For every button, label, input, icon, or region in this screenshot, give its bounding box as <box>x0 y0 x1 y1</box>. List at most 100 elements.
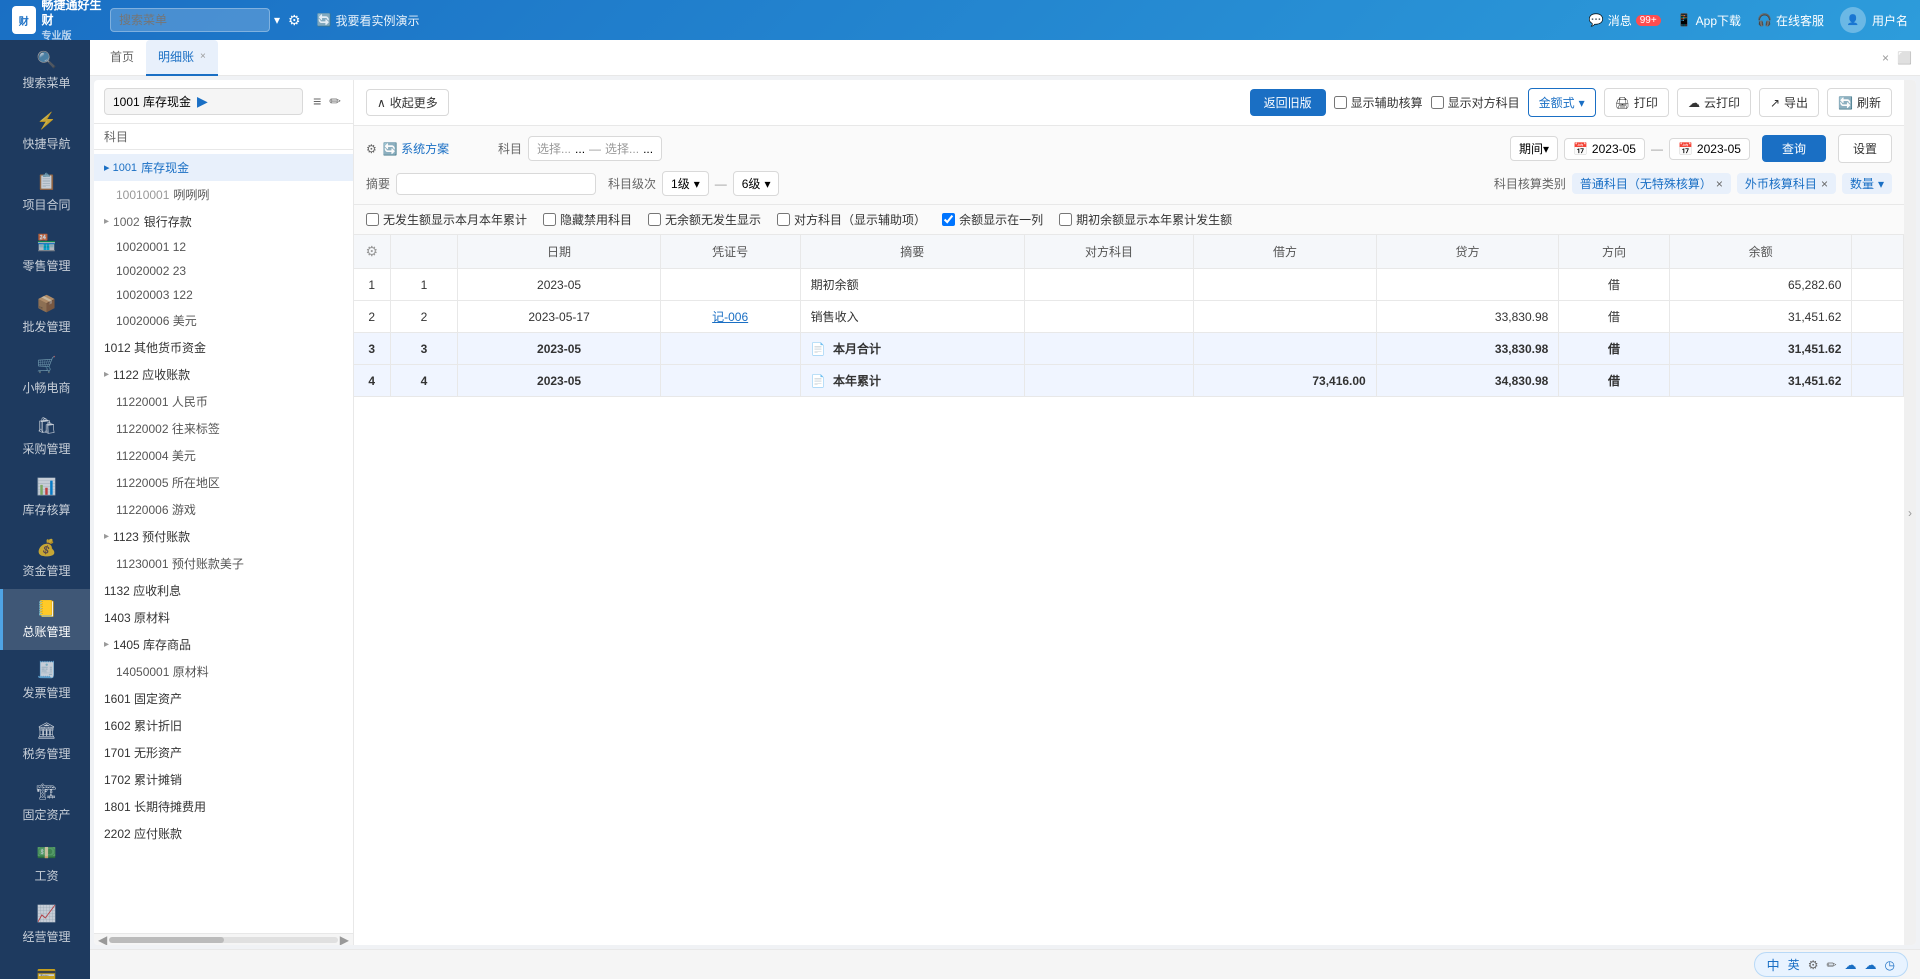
check-no-amount-input[interactable] <box>366 213 379 226</box>
col-gear[interactable]: ⚙ <box>354 235 390 269</box>
refresh-button[interactable]: 🔄 刷新 <box>1827 88 1892 117</box>
filter-period-type[interactable]: 期间▾ <box>1510 136 1558 161</box>
tree-item-1122[interactable]: ▸ 1122 应收账款 <box>94 361 353 388</box>
tree-item-10020006[interactable]: 10020006 美元 <box>94 307 353 334</box>
tab-ledger-detail[interactable]: 明细账 × <box>146 40 218 76</box>
tree-item-10020002[interactable]: 10020002 23 <box>94 259 353 283</box>
panel-edit-icon[interactable]: ✏ <box>327 91 343 112</box>
filter-summary-input[interactable] <box>396 173 596 195</box>
show-aux-input[interactable] <box>1334 96 1347 109</box>
top-search-input[interactable] <box>110 8 270 32</box>
settings-button[interactable]: 设置 <box>1838 134 1892 163</box>
tree-item-1132[interactable]: 1132 应收利息 <box>94 577 353 604</box>
check-no-amount[interactable]: 无发生额显示本月本年累计 <box>366 211 527 228</box>
bottom-english-label[interactable]: 英 <box>1788 956 1800 973</box>
sidebar-item-ecommerce[interactable]: 🛒 小畅电商 <box>0 345 90 406</box>
check-balance-one-col[interactable]: 余额显示在一列 <box>942 211 1043 228</box>
tree-item-11220004[interactable]: 11220004 美元 <box>94 442 353 469</box>
bottom-settings-icon[interactable]: ⚙ <box>1808 958 1819 972</box>
tree-item-1702[interactable]: 1702 累计摊销 <box>94 766 353 793</box>
tree-item-1001[interactable]: ▸ 1001 库存现金 <box>94 154 353 181</box>
cloud-print-button[interactable]: ☁ 云打印 <box>1677 88 1751 117</box>
query-button[interactable]: 查询 <box>1762 135 1826 162</box>
export-button[interactable]: ↗ 导出 <box>1759 88 1819 117</box>
right-collapse-handle[interactable]: › <box>1904 80 1916 945</box>
panel-list-view-icon[interactable]: ≡ <box>311 91 323 112</box>
tree-item-11220001[interactable]: 11220001 人民币 <box>94 388 353 415</box>
sidebar-item-project[interactable]: 📋 项目合同 <box>0 162 90 223</box>
row-2-voucher[interactable]: 记-006 <box>660 301 800 333</box>
tree-item-11220006[interactable]: 11220006 游戏 <box>94 496 353 523</box>
bottom-cloud-icon3[interactable]: ◷ <box>1885 958 1895 972</box>
sidebar-item-search[interactable]: 🔍 搜索菜单 <box>0 40 90 101</box>
check-opening-annual[interactable]: 期初余额显示本年累计发生额 <box>1059 211 1232 228</box>
amount-format-button[interactable]: 金额式 ▾ <box>1528 88 1596 117</box>
sidebar-item-operations[interactable]: 📈 经营管理 <box>0 894 90 955</box>
show-aux-checkbox[interactable]: 显示辅助核算 <box>1334 94 1423 111</box>
more-button[interactable]: ∧ 收起更多 <box>366 89 449 116</box>
tree-item-11230001[interactable]: 11230001 预付账款美子 <box>94 550 353 577</box>
filter-level-from[interactable]: 1级 ▾ <box>662 171 709 196</box>
bottom-cloud-icon1[interactable]: ☁ <box>1845 958 1857 972</box>
print-button[interactable]: 🖨 打印 <box>1604 88 1669 117</box>
demo-link[interactable]: 🔄 我要看实例演示 <box>317 12 420 29</box>
tree-item-1701[interactable]: 1701 无形资产 <box>94 739 353 766</box>
tree-item-1123[interactable]: ▸ 1123 预付账款 <box>94 523 353 550</box>
sidebar-item-wholesale[interactable]: 📦 批发管理 <box>0 284 90 345</box>
tree-item-1601[interactable]: 1601 固定资产 <box>94 685 353 712</box>
check-opposite-aux-input[interactable] <box>777 213 790 226</box>
tree-item-1002[interactable]: ▸ 1002 银行存款 <box>94 208 353 235</box>
bottom-cloud-icon2[interactable]: ☁ <box>1865 958 1877 972</box>
tree-item-1012[interactable]: 1012 其他货币资金 <box>94 334 353 361</box>
sidebar-item-fixed-assets[interactable]: 🏗 固定资产 <box>0 772 90 833</box>
search-dropdown-icon[interactable]: ▾ <box>274 13 280 27</box>
sidebar-item-funds[interactable]: 💰 资金管理 <box>0 528 90 589</box>
scheme-settings-icon[interactable]: ⚙ <box>366 142 377 156</box>
account-selector[interactable]: 1001 库存现金 ▶ <box>104 88 303 115</box>
scheme-btn[interactable]: 🔄 系统方案 <box>383 140 449 157</box>
sidebar-item-purchase[interactable]: 🛍 采购管理 <box>0 406 90 467</box>
tree-item-10020001[interactable]: 10020001 12 <box>94 235 353 259</box>
filter-tag-3[interactable]: 数量 ▾ <box>1842 173 1892 194</box>
bottom-chinese-icon[interactable]: 中 <box>1767 955 1780 974</box>
check-opening-annual-input[interactable] <box>1059 213 1072 226</box>
tree-item-1602[interactable]: 1602 累计折旧 <box>94 712 353 739</box>
check-hide-disabled[interactable]: 隐藏禁用科目 <box>543 211 632 228</box>
filter-period-start-input[interactable]: 📅 2023-05 <box>1564 138 1645 160</box>
top-settings-icon[interactable]: ⚙ <box>288 12 301 29</box>
message-action[interactable]: 💬 消息 99+ <box>1589 12 1661 29</box>
filter-tag-2-close[interactable]: × <box>1821 177 1828 191</box>
tree-item-14050001[interactable]: 14050001 原材料 <box>94 658 353 685</box>
check-opposite-aux[interactable]: 对方科目（显示辅助项） <box>777 211 926 228</box>
tree-item-11220005[interactable]: 11220005 所在地区 <box>94 469 353 496</box>
sidebar-item-tax[interactable]: 🏛 税务管理 <box>0 711 90 772</box>
sidebar-item-ledger[interactable]: 📒 总账管理 <box>0 589 90 650</box>
close-window-icon[interactable]: × <box>1882 51 1889 65</box>
filter-subject-select[interactable]: 选择... ... — 选择... ... <box>528 136 662 161</box>
online-service-action[interactable]: 🎧 在线客服 <box>1757 12 1824 29</box>
table-gear-icon[interactable]: ⚙ <box>365 243 378 259</box>
tree-item-1403[interactable]: 1403 原材料 <box>94 604 353 631</box>
app-download-action[interactable]: 📱 App下载 <box>1677 12 1741 29</box>
sidebar-item-expense[interactable]: 💳 小畅报销 <box>0 955 90 979</box>
bottom-edit-icon[interactable]: ✏ <box>1826 958 1836 972</box>
tree-item-2202[interactable]: 2202 应付账款 <box>94 820 353 847</box>
check-balance-one-col-input[interactable] <box>942 213 955 226</box>
tree-item-11220002[interactable]: 11220002 往来标签 <box>94 415 353 442</box>
check-no-balance-input[interactable] <box>648 213 661 226</box>
tree-item-1405[interactable]: ▸ 1405 库存商品 <box>94 631 353 658</box>
tree-item-10020003[interactable]: 10020003 122 <box>94 283 353 307</box>
check-hide-disabled-input[interactable] <box>543 213 556 226</box>
sidebar-item-invoice[interactable]: 🧾 发票管理 <box>0 650 90 711</box>
show-opposite-input[interactable] <box>1431 96 1444 109</box>
scroll-left-icon[interactable]: ◀ <box>98 933 107 946</box>
tree-item-10010001[interactable]: 10010001 咧咧咧 <box>94 181 353 208</box>
filter-tag-1-close[interactable]: × <box>1716 177 1723 191</box>
tab-home[interactable]: 首页 <box>98 40 146 76</box>
tree-item-1801[interactable]: 1801 长期待摊费用 <box>94 793 353 820</box>
scroll-right-icon[interactable]: ▶ <box>340 933 349 946</box>
sidebar-item-retail[interactable]: 🏪 零售管理 <box>0 223 90 284</box>
maximize-window-icon[interactable]: ⬜ <box>1897 51 1912 65</box>
sidebar-item-inventory[interactable]: 📊 库存核算 <box>0 467 90 528</box>
sidebar-item-payroll[interactable]: 💵 工资 <box>0 833 90 894</box>
